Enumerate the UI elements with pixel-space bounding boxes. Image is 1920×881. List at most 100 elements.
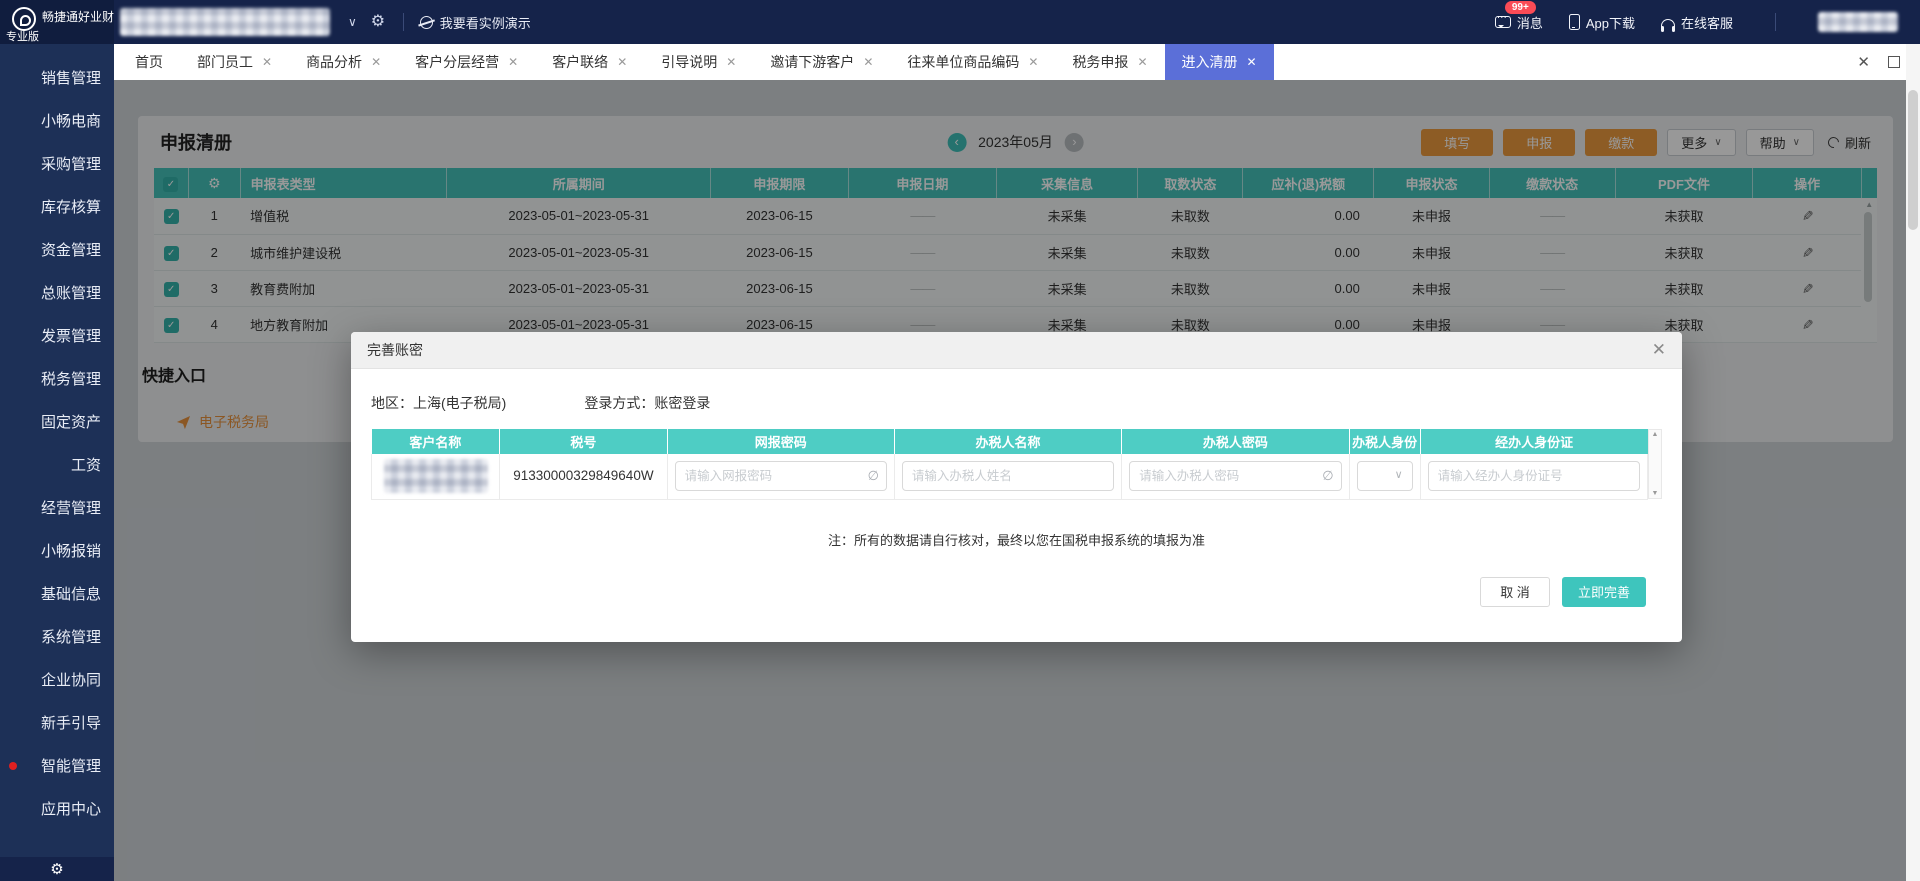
operator-id-input[interactable] (1427, 461, 1640, 492)
tab-close-icon[interactable]: ✕ (863, 55, 873, 69)
tab-close-icon[interactable]: ✕ (726, 55, 736, 69)
sidebar-item-sales[interactable]: 销售管理 (0, 56, 114, 99)
clerk-password-input[interactable] (1129, 461, 1342, 492)
tab-guide[interactable]: 引导说明 ✕ (644, 44, 753, 80)
tab-product-codes[interactable]: 往来单位商品编码 ✕ (890, 44, 1055, 80)
sidebar-item-beginner-guide[interactable]: 新手引导 (0, 701, 114, 744)
demo-planet-icon (419, 15, 433, 29)
sidebar-item-system[interactable]: 系统管理 (0, 615, 114, 658)
red-dot-badge (9, 761, 17, 770)
tab-dept-staff[interactable]: 部门员工 ✕ (180, 44, 289, 80)
eye-off-icon[interactable]: ∅ (1322, 468, 1333, 484)
scroll-up-icon[interactable]: ▲ (1652, 431, 1659, 438)
brand-title: 畅捷通好业财 (42, 10, 115, 24)
modal-header: 完善账密 ✕ (351, 332, 1682, 369)
tab-close-icon[interactable]: ✕ (1247, 55, 1257, 69)
tab-close-icon[interactable]: ✕ (617, 55, 627, 69)
complete-credentials-modal: 完善账密 ✕ 地区： 上海(电子税局) 登录方式： 账密登录 客户名称 税号 网… (351, 332, 1682, 642)
top-bar: 畅捷通好业财 专业版 ∨ ⚙ 我要看实例演示 消息 99+ App下载 在线客服 (0, 0, 1920, 44)
chevron-down-icon: ∨ (1394, 469, 1403, 482)
sidebar-item-expense[interactable]: 小畅报销 (0, 529, 114, 572)
tab-customer-tiering[interactable]: 客户分层经营 ✕ (398, 44, 535, 80)
modal-table-scrollbar[interactable]: ▲ ▼ (1648, 429, 1662, 499)
fullscreen-icon[interactable] (1888, 56, 1900, 68)
topbar-divider (402, 13, 404, 31)
support-label: 在线客服 (1680, 15, 1733, 31)
header-web-password: 网报密码 (667, 429, 895, 454)
app-download-label: App下载 (1585, 15, 1635, 31)
message-bubble-icon (1494, 12, 1511, 28)
sidebar-item-ecommerce[interactable]: 小畅电商 (0, 99, 114, 142)
username-redacted[interactable] (1818, 12, 1898, 32)
tab-close-icon[interactable]: ✕ (508, 55, 518, 69)
sidebar-item-fixed-assets[interactable]: 固定资产 (0, 400, 114, 443)
tab-tax-declare[interactable]: 税务申报 ✕ (1055, 44, 1164, 80)
sidebar-item-smart-management[interactable]: 智能管理 (0, 744, 114, 787)
sidebar-item-inventory[interactable]: 库存核算 (0, 185, 114, 228)
window-scrollbar-thumb[interactable] (1908, 90, 1918, 230)
sidebar-item-tax[interactable]: 税务管理 (0, 357, 114, 400)
headset-icon (1660, 19, 1675, 32)
eye-off-icon[interactable]: ∅ (868, 468, 879, 484)
sidebar-item-funds[interactable]: 资金管理 (0, 228, 114, 271)
header-clerk-name: 办税人名称 (894, 429, 1123, 454)
tab-bar: 首页 部门员工 ✕ 商品分析 ✕ 客户分层经营 ✕ 客户联络 ✕ 引导说明 ✕ 邀请下游客… (114, 44, 1920, 80)
credentials-row: 91330000329849640W ∅ ∅ ∨ (370, 454, 1649, 500)
header-clerk-password: 办税人密码 (1121, 429, 1350, 454)
demo-label: 我要看实例演示 (439, 15, 531, 31)
messages-label: 消息 (1516, 15, 1543, 31)
modal-meta-row: 地区： 上海(电子税局) 登录方式： 账密登录 (371, 393, 1662, 413)
sidebar-item-collaboration[interactable]: 企业协同 (0, 658, 114, 701)
online-support-button[interactable]: 在线客服 (1660, 13, 1733, 32)
sidebar-item-invoice[interactable]: 发票管理 (0, 314, 114, 357)
modal-note: 注：所有的数据请自行核对，最终以您在国税申报系统的填报为准 (827, 532, 1205, 548)
tab-invite-downstream[interactable]: 邀请下游客户 ✕ (753, 44, 890, 80)
login-method-value: 账密登录 (654, 395, 711, 411)
header-tax-no: 税号 (499, 429, 668, 454)
sidebar-nav: 销售管理 小畅电商 采购管理 库存核算 资金管理 总账管理 发票管理 税务管理 … (0, 44, 114, 881)
header-operator-id: 经办人身份证 (1420, 429, 1648, 454)
tab-customer-contact[interactable]: 客户联络 ✕ (535, 44, 644, 80)
company-name-redacted[interactable] (120, 8, 330, 36)
clerk-name-input[interactable] (901, 461, 1115, 492)
close-all-tabs-icon[interactable]: ✕ (1857, 53, 1870, 71)
scroll-down-icon[interactable]: ▼ (1652, 490, 1659, 497)
tab-close-icon[interactable]: ✕ (1137, 55, 1147, 69)
sidebar-item-operations[interactable]: 经营管理 (0, 486, 114, 529)
messages-button[interactable]: 消息 99+ (1494, 0, 1543, 32)
clerk-identity-select[interactable]: ∨ (1356, 461, 1413, 492)
tab-close-icon[interactable]: ✕ (262, 55, 272, 69)
sidebar-item-app-center[interactable]: 应用中心 (0, 787, 114, 830)
window-scrollbar[interactable] (1906, 44, 1920, 881)
sidebar-item-payroll[interactable]: 工资 (0, 443, 114, 486)
demo-link[interactable]: 我要看实例演示 (419, 13, 531, 32)
modal-title: 完善账密 (367, 342, 423, 358)
tab-declaration-list-active[interactable]: 进入清册 ✕ (1164, 44, 1274, 80)
tab-product-analysis[interactable]: 商品分析 ✕ (289, 44, 398, 80)
customer-name-redacted (383, 459, 488, 494)
sidebar-item-ledger[interactable]: 总账管理 (0, 271, 114, 314)
modal-close-icon[interactable]: ✕ (1652, 340, 1666, 360)
header-clerk-identity: 办税人身份 (1349, 429, 1421, 454)
confirm-button[interactable]: 立即完善 (1562, 576, 1646, 607)
company-dropdown-chevron-icon[interactable]: ∨ (348, 15, 357, 29)
tab-close-icon[interactable]: ✕ (371, 55, 381, 69)
web-password-input[interactable] (674, 461, 887, 492)
messages-badge: 99+ (1504, 0, 1536, 14)
header-customer-name: 客户名称 (371, 429, 501, 454)
sidebar-gear-icon[interactable]: ⚙ (50, 862, 63, 877)
settings-gear-icon[interactable]: ⚙ (371, 14, 387, 30)
topbar-divider (1775, 13, 1776, 31)
region-value: 上海(电子税局) (413, 395, 507, 411)
tax-number: 91330000329849640W (513, 468, 654, 484)
sidebar-item-base-info[interactable]: 基础信息 (0, 572, 114, 615)
cancel-button[interactable]: 取 消 (1480, 576, 1550, 607)
app-download-button[interactable]: App下载 (1568, 13, 1635, 32)
sidebar-item-purchase[interactable]: 采购管理 (0, 142, 114, 185)
edition-label: 专业版 (6, 31, 39, 43)
tab-close-icon[interactable]: ✕ (1028, 55, 1038, 69)
credentials-table: 客户名称 税号 网报密码 办税人名称 办税人密码 办税人身份 经办人身份证 91… (370, 429, 1649, 500)
sidebar-footer: ⚙ (0, 857, 114, 881)
tab-home[interactable]: 首页 (118, 44, 180, 80)
region-label: 地区： (371, 395, 413, 411)
